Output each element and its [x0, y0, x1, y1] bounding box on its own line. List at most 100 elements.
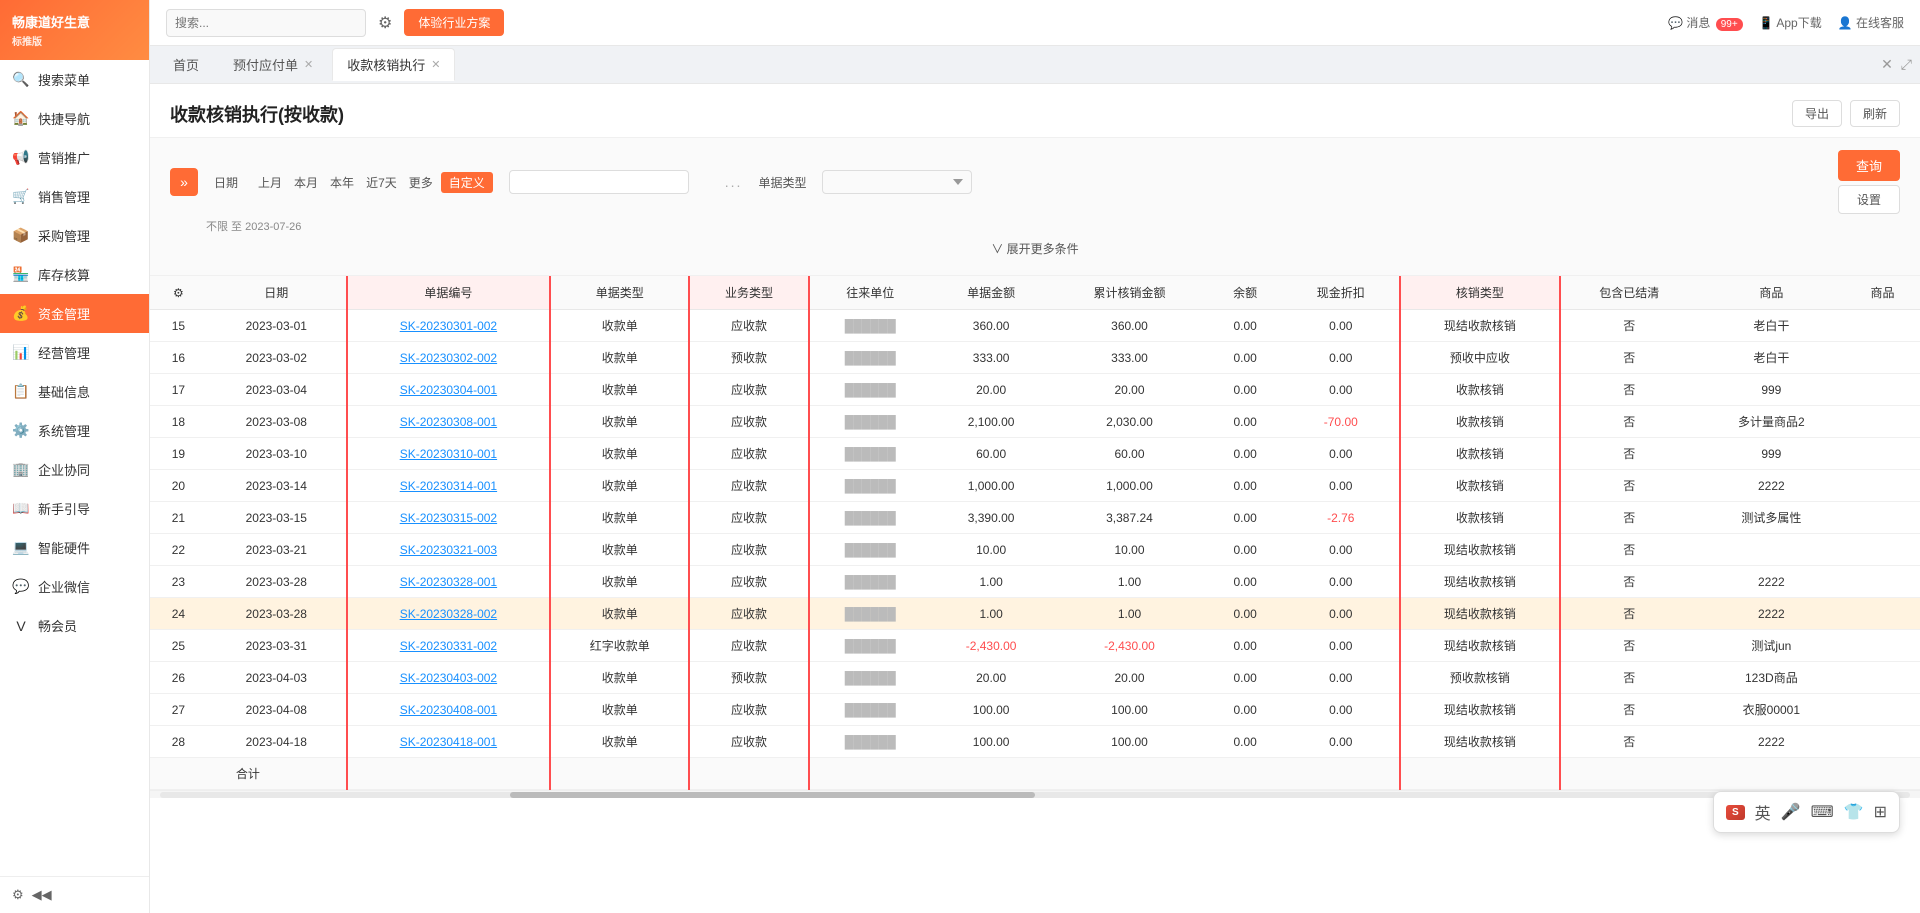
- sidebar-item-system[interactable]: ⚙️ 系统管理: [0, 411, 149, 450]
- topbar-gear-icon[interactable]: ⚙: [378, 13, 392, 33]
- sidebar-icon-enterprise: 🏢: [12, 461, 30, 478]
- bill-no-link[interactable]: SK-20230315-002: [400, 511, 497, 525]
- tab-collection-close[interactable]: ✕: [431, 58, 440, 71]
- expand-more-button[interactable]: ∨ 展开更多条件: [170, 234, 1900, 263]
- cell-date: 2023-03-21: [207, 534, 347, 566]
- sidebar-item-quicknav[interactable]: 🏠 快捷导航: [0, 99, 149, 138]
- bill-type-select[interactable]: 收款单 红字收款单: [822, 170, 972, 194]
- export-button[interactable]: 导出: [1792, 100, 1842, 127]
- cell-balance: 0.00: [1208, 470, 1283, 502]
- app-download-link[interactable]: 📱 App下载: [1759, 14, 1822, 31]
- date-btn-7days[interactable]: 近7天: [362, 172, 401, 193]
- sidebar-item-marketing[interactable]: 📢 营销推广: [0, 138, 149, 177]
- settings-icon[interactable]: ⚙: [12, 887, 24, 903]
- sidebar-item-vip[interactable]: V 畅会员: [0, 606, 149, 645]
- tab-home[interactable]: 首页: [158, 48, 214, 81]
- online-service-link[interactable]: 👤 在线客服: [1838, 14, 1904, 31]
- sidebar-item-wechat[interactable]: 💬 企业微信: [0, 567, 149, 606]
- bill-no-link[interactable]: SK-20230304-001: [400, 383, 497, 397]
- floating-translate-icon[interactable]: 英: [1755, 800, 1771, 824]
- bill-no-link[interactable]: SK-20230301-002: [400, 319, 497, 333]
- filter-expand-button[interactable]: »: [170, 168, 198, 196]
- tabbar-actions: ✕ ⤢: [1881, 56, 1912, 73]
- tab-payable-close[interactable]: ✕: [304, 58, 313, 71]
- th-product1: 商品: [1698, 276, 1845, 310]
- bill-no-link[interactable]: SK-20230403-002: [400, 671, 497, 685]
- sidebar-item-basic[interactable]: 📋 基础信息: [0, 372, 149, 411]
- sidebar-item-inventory[interactable]: 🏪 库存核算: [0, 255, 149, 294]
- collapse-icon[interactable]: ◀◀: [32, 887, 52, 903]
- bill-no-link[interactable]: SK-20230314-001: [400, 479, 497, 493]
- cell-include-settled: 否: [1560, 726, 1698, 758]
- cell-cash-discount: 0.00: [1283, 342, 1400, 374]
- sidebar-item-search[interactable]: 🔍 搜索菜单: [0, 60, 149, 99]
- tab-close-all-icon[interactable]: ✕: [1881, 56, 1893, 73]
- bill-no-link[interactable]: SK-20230310-001: [400, 447, 497, 461]
- filter-settings-button[interactable]: 设置: [1838, 185, 1900, 214]
- topbar-search-input[interactable]: [166, 9, 366, 37]
- tab-collection[interactable]: 收款核销执行 ✕: [332, 48, 455, 81]
- cell-bill-no: SK-20230315-002: [347, 502, 550, 534]
- cell-date: 2023-04-08: [207, 694, 347, 726]
- cell-product2: [1845, 374, 1920, 406]
- industry-solution-button[interactable]: 体验行业方案: [404, 9, 504, 36]
- date-btn-this-month[interactable]: 本月: [290, 172, 322, 193]
- tab-payable[interactable]: 预付应付单 ✕: [218, 48, 328, 81]
- floating-mic-icon[interactable]: 🎤: [1781, 802, 1801, 822]
- sidebar-item-sales[interactable]: 🛒 销售管理: [0, 177, 149, 216]
- cell-amount: 3,390.00: [931, 502, 1051, 534]
- cell-balance: 0.00: [1208, 598, 1283, 630]
- th-cash-discount: 现金折扣: [1283, 276, 1400, 310]
- sidebar-item-finance[interactable]: 💰 资金管理: [0, 294, 149, 333]
- sidebar-icon-search: 🔍: [12, 71, 30, 88]
- column-settings-icon[interactable]: ⚙: [173, 286, 184, 300]
- date-range-display: 不限 至 2023-07-26: [206, 221, 301, 233]
- cell-product1: 老白干: [1698, 310, 1845, 342]
- cell-product2: [1845, 566, 1920, 598]
- floating-apps-icon[interactable]: ⊞: [1874, 802, 1887, 822]
- query-button[interactable]: 查询: [1838, 150, 1900, 181]
- bill-no-link[interactable]: SK-20230328-001: [400, 575, 497, 589]
- cell-amount: 360.00: [931, 310, 1051, 342]
- tab-payable-label: 预付应付单: [233, 55, 298, 74]
- sidebar-item-guide[interactable]: 📖 新手引导: [0, 489, 149, 528]
- sidebar-item-enterprise[interactable]: 🏢 企业协同: [0, 450, 149, 489]
- bill-no-link[interactable]: SK-20230321-003: [400, 543, 497, 557]
- tab-maximize-icon[interactable]: ⤢: [1901, 56, 1912, 73]
- cell-biz-type: 应收款: [689, 694, 808, 726]
- bill-no-link[interactable]: SK-20230328-002: [400, 607, 497, 621]
- th-settings[interactable]: ⚙: [150, 276, 207, 310]
- logo-sub: 标推版: [12, 33, 137, 48]
- bill-no-link[interactable]: SK-20230308-001: [400, 415, 497, 429]
- scroll-track: [160, 792, 1910, 798]
- notification-area[interactable]: 💬 消息 99+: [1668, 14, 1743, 31]
- bill-no-link[interactable]: SK-20230408-001: [400, 703, 497, 717]
- date-btn-more[interactable]: 更多: [405, 172, 437, 193]
- cell-balance: 0.00: [1208, 342, 1283, 374]
- sidebar-item-hardware[interactable]: 💻 智能硬件: [0, 528, 149, 567]
- floating-tshirt-icon[interactable]: 👕: [1844, 802, 1864, 822]
- table-container: ⚙ 日期 单据编号 单据类型 业务类型 往来单位 单据金额 累计核销金额 余额 …: [150, 276, 1920, 790]
- bill-no-link[interactable]: SK-20230302-002: [400, 351, 497, 365]
- custom-date-button[interactable]: 自定义: [441, 172, 493, 193]
- table-row: 23 2023-03-28 SK-20230328-001 收款单 应收款 ██…: [150, 566, 1920, 598]
- cell-bill-type: 收款单: [550, 598, 689, 630]
- bill-no-link[interactable]: SK-20230418-001: [400, 735, 497, 749]
- cell-include-settled: 否: [1560, 374, 1698, 406]
- sidebar-item-purchase[interactable]: 📦 采购管理: [0, 216, 149, 255]
- date-btn-this-year[interactable]: 本年: [326, 172, 358, 193]
- refresh-button[interactable]: 刷新: [1850, 100, 1900, 127]
- bill-no-link[interactable]: SK-20230331-002: [400, 639, 497, 653]
- cell-accum: 3,387.24: [1051, 502, 1207, 534]
- sidebar-icon-operations: 📊: [12, 344, 30, 361]
- cell-amount: 1,000.00: [931, 470, 1051, 502]
- floating-keyboard-icon[interactable]: ⌨: [1811, 802, 1834, 822]
- sidebar-item-operations[interactable]: 📊 经营管理: [0, 333, 149, 372]
- cell-bill-type: 收款单: [550, 406, 689, 438]
- scroll-bar[interactable]: [150, 790, 1920, 798]
- cell-biz-type: 应收款: [689, 502, 808, 534]
- partner-input[interactable]: [509, 170, 689, 194]
- cell-partner: ██████: [809, 374, 931, 406]
- date-btn-last-month[interactable]: 上月: [254, 172, 286, 193]
- sidebar-icon-wechat: 💬: [12, 578, 30, 595]
